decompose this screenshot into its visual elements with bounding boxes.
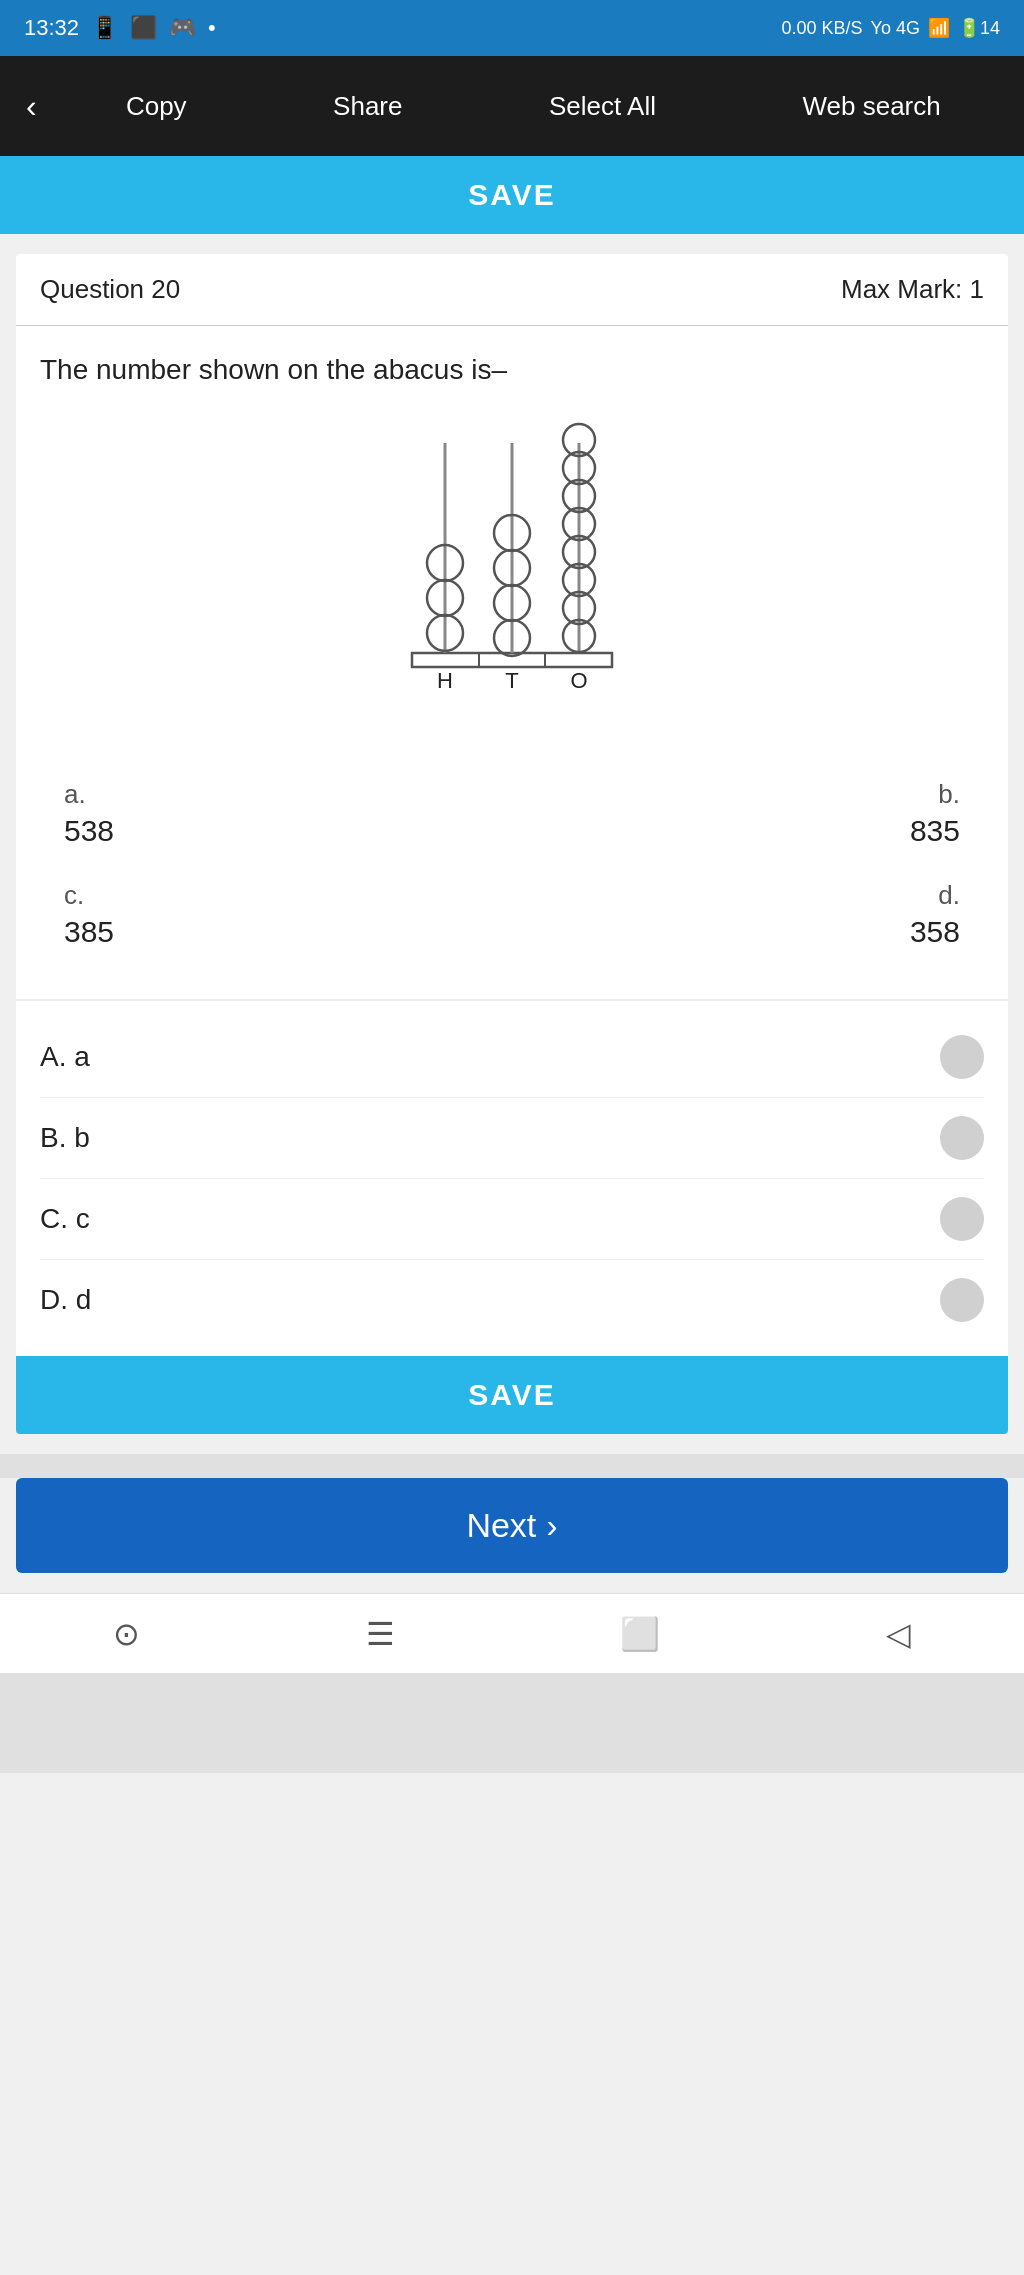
save-button-bottom[interactable]: SAVE xyxy=(16,1356,1008,1434)
save-button-top[interactable]: SAVE xyxy=(0,156,1024,234)
option-b-value: 835 xyxy=(536,814,960,848)
context-menu-items: Copy Share Select All Web search xyxy=(53,81,1014,132)
option-d-label: d. xyxy=(536,880,960,911)
menu-nav-icon[interactable]: ☰ xyxy=(366,1615,395,1653)
abacus-container: H T O xyxy=(40,413,984,733)
svg-text:T: T xyxy=(505,668,518,693)
status-bar-left: 13:32 📱 ⬛ 🎮 • xyxy=(24,15,216,41)
select-all-button[interactable]: Select All xyxy=(529,81,676,132)
radio-circle-c[interactable] xyxy=(940,1197,984,1241)
options-grid: a. 538 b. 835 c. 385 d. 358 xyxy=(40,763,984,965)
option-a-value: 538 xyxy=(64,814,488,848)
radio-option-d[interactable]: D. d xyxy=(40,1260,984,1340)
share-button[interactable]: Share xyxy=(313,81,422,132)
radio-circle-b[interactable] xyxy=(940,1116,984,1160)
app-icon-2: ⬛ xyxy=(130,15,157,41)
home-nav-icon[interactable]: ⊙ xyxy=(113,1615,140,1653)
option-c-cell: c. 385 xyxy=(40,864,512,965)
back-nav-icon[interactable]: ⬜ xyxy=(620,1615,660,1653)
next-button[interactable]: Next › xyxy=(16,1478,1008,1573)
nav-bar: ⊙ ☰ ⬜ ◁ xyxy=(0,1593,1024,1673)
question-body: The number shown on the abacus is– H T O xyxy=(16,326,1008,1000)
main-content: SAVE Question 20 Max Mark: 1 The number … xyxy=(0,156,1024,2275)
max-mark: Max Mark: 1 xyxy=(841,274,984,305)
time-display: 13:32 xyxy=(24,15,79,41)
option-c-label: c. xyxy=(64,880,488,911)
back-button[interactable]: ‹ xyxy=(10,78,53,135)
app-icon-1: 📱 xyxy=(91,15,118,41)
question-text: The number shown on the abacus is– xyxy=(40,350,984,389)
context-menu-bar: ‹ Copy Share Select All Web search xyxy=(0,56,1024,156)
svg-text:H: H xyxy=(437,668,453,693)
option-d-cell: d. 358 xyxy=(512,864,984,965)
next-chevron-icon: › xyxy=(546,1506,557,1545)
question-header: Question 20 Max Mark: 1 xyxy=(16,254,1008,326)
radio-option-c[interactable]: C. c xyxy=(40,1179,984,1260)
option-b-label: b. xyxy=(536,779,960,810)
radio-label-b: B. b xyxy=(40,1122,90,1154)
question-card: Question 20 Max Mark: 1 The number shown… xyxy=(16,254,1008,1434)
option-b-cell: b. 835 xyxy=(512,763,984,864)
app-icon-3: 🎮 xyxy=(169,15,196,41)
status-bar-right: 0.00 KB/S Yo 4G 📶 🔋14 xyxy=(782,17,1000,39)
radio-options: A. a B. b C. c D. d xyxy=(16,1000,1008,1356)
spacer xyxy=(0,1454,1024,1478)
bottom-spacer xyxy=(0,1673,1024,1773)
option-a-label: a. xyxy=(64,779,488,810)
network-type: Yo 4G xyxy=(871,18,920,39)
option-d-value: 358 xyxy=(536,915,960,949)
forward-nav-icon[interactable]: ◁ xyxy=(886,1615,911,1653)
radio-label-d: D. d xyxy=(40,1284,91,1316)
status-bar: 13:32 📱 ⬛ 🎮 • 0.00 KB/S Yo 4G 📶 🔋14 xyxy=(0,0,1024,56)
radio-label-c: C. c xyxy=(40,1203,90,1235)
network-speed: 0.00 KB/S xyxy=(782,18,863,39)
option-c-value: 385 xyxy=(64,915,488,949)
copy-button[interactable]: Copy xyxy=(106,81,207,132)
svg-text:O: O xyxy=(570,668,587,693)
option-a-cell: a. 538 xyxy=(40,763,512,864)
radio-circle-d[interactable] xyxy=(940,1278,984,1322)
abacus-svg: H T O xyxy=(352,413,672,733)
next-button-label: Next xyxy=(466,1506,536,1545)
radio-circle-a[interactable] xyxy=(940,1035,984,1079)
radio-option-b[interactable]: B. b xyxy=(40,1098,984,1179)
signal-icon: 📶 xyxy=(928,17,950,39)
web-search-button[interactable]: Web search xyxy=(782,81,960,132)
radio-option-a[interactable]: A. a xyxy=(40,1017,984,1098)
radio-label-a: A. a xyxy=(40,1041,90,1073)
battery-level: 🔋14 xyxy=(958,17,1000,39)
dot-indicator: • xyxy=(208,15,216,41)
question-number: Question 20 xyxy=(40,274,180,305)
